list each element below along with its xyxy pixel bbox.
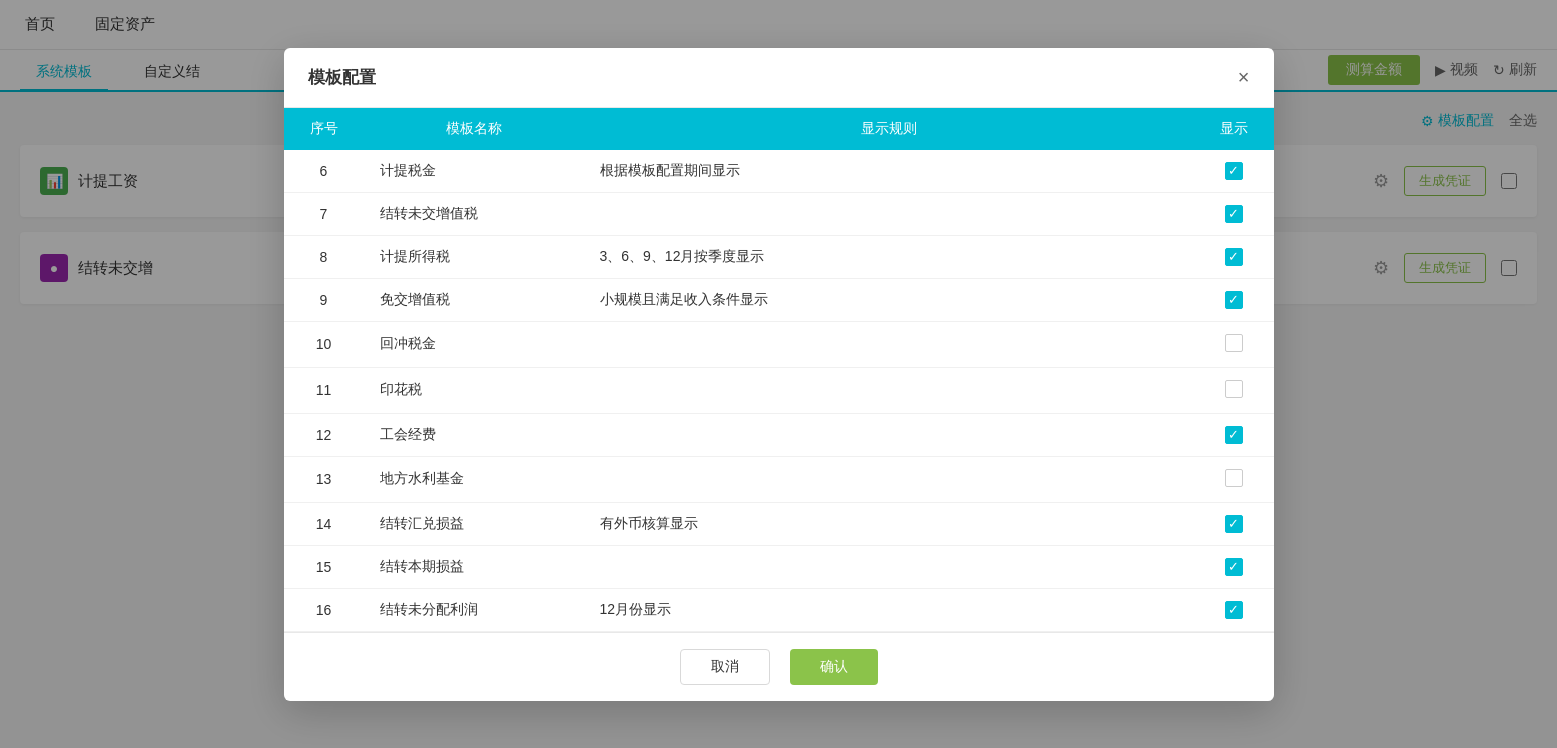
col-header-no: 序号 bbox=[284, 108, 364, 150]
cell-name: 计提所得税 bbox=[364, 235, 584, 278]
checkbox-row-0[interactable]: ✓ bbox=[1225, 162, 1243, 180]
table-row: 6计提税金根据模板配置期间显示 ✓ bbox=[284, 150, 1274, 193]
checkbox-row-9[interactable]: ✓ bbox=[1225, 558, 1243, 576]
cell-rule bbox=[584, 545, 1194, 588]
table-row: 8计提所得税3、6、9、12月按季度显示 ✓ bbox=[284, 235, 1274, 278]
table-header: 序号 模板名称 显示规则 显示 bbox=[284, 108, 1274, 150]
checkbox-row-1[interactable]: ✓ bbox=[1225, 205, 1243, 223]
table-row: 9免交增值税小规模且满足收入条件显示 ✓ bbox=[284, 278, 1274, 321]
cell-no: 15 bbox=[284, 545, 364, 588]
cell-checkbox[interactable] bbox=[1194, 367, 1274, 413]
cell-name: 免交增值税 bbox=[364, 278, 584, 321]
cancel-button[interactable]: 取消 bbox=[680, 649, 770, 685]
cell-name: 印花税 bbox=[364, 367, 584, 413]
cell-name: 回冲税金 bbox=[364, 321, 584, 367]
cell-checkbox[interactable] bbox=[1194, 456, 1274, 502]
cell-rule: 小规模且满足收入条件显示 bbox=[584, 278, 1194, 321]
table-row: 10回冲税金 bbox=[284, 321, 1274, 367]
cell-no: 8 bbox=[284, 235, 364, 278]
cell-name: 工会经费 bbox=[364, 413, 584, 456]
cell-name: 结转汇兑损益 bbox=[364, 502, 584, 545]
cell-no: 7 bbox=[284, 192, 364, 235]
modal-close-button[interactable]: × bbox=[1238, 67, 1250, 87]
checkbox-row-8[interactable]: ✓ bbox=[1225, 515, 1243, 533]
checkbox-row-4[interactable] bbox=[1225, 334, 1243, 352]
cell-no: 12 bbox=[284, 413, 364, 456]
checkbox-row-7[interactable] bbox=[1225, 469, 1243, 487]
cell-checkbox[interactable]: ✓ bbox=[1194, 278, 1274, 321]
cell-rule: 3、6、9、12月按季度显示 bbox=[584, 235, 1194, 278]
checkbox-row-3[interactable]: ✓ bbox=[1225, 291, 1243, 309]
cell-rule bbox=[584, 413, 1194, 456]
cell-checkbox[interactable]: ✓ bbox=[1194, 235, 1274, 278]
table-row: 11印花税 bbox=[284, 367, 1274, 413]
confirm-button[interactable]: 确认 bbox=[790, 649, 878, 685]
table-row: 14结转汇兑损益有外币核算显示 ✓ bbox=[284, 502, 1274, 545]
cell-rule: 12月份显示 bbox=[584, 588, 1194, 631]
cell-rule: 根据模板配置期间显示 bbox=[584, 150, 1194, 193]
cell-checkbox[interactable]: ✓ bbox=[1194, 588, 1274, 631]
template-table: 序号 模板名称 显示规则 显示 6计提税金根据模板配置期间显示✓7结转未交增值税… bbox=[284, 108, 1274, 632]
modal-overlay: 模板配置 × 序号 模板名称 显示规则 显示 6计提税金根据模板配置期间显示✓7… bbox=[0, 0, 1557, 748]
modal-body: 序号 模板名称 显示规则 显示 6计提税金根据模板配置期间显示✓7结转未交增值税… bbox=[284, 108, 1274, 632]
cell-no: 16 bbox=[284, 588, 364, 631]
checkbox-row-5[interactable] bbox=[1225, 380, 1243, 398]
cell-no: 10 bbox=[284, 321, 364, 367]
cell-name: 地方水利基金 bbox=[364, 456, 584, 502]
cell-name: 结转本期损益 bbox=[364, 545, 584, 588]
cell-no: 9 bbox=[284, 278, 364, 321]
cell-rule bbox=[584, 321, 1194, 367]
cell-checkbox[interactable]: ✓ bbox=[1194, 150, 1274, 193]
cell-checkbox[interactable]: ✓ bbox=[1194, 502, 1274, 545]
cell-rule: 有外币核算显示 bbox=[584, 502, 1194, 545]
cell-no: 14 bbox=[284, 502, 364, 545]
modal-header: 模板配置 × bbox=[284, 48, 1274, 108]
checkbox-row-10[interactable]: ✓ bbox=[1225, 601, 1243, 619]
table-body: 6计提税金根据模板配置期间显示✓7结转未交增值税✓8计提所得税3、6、9、12月… bbox=[284, 150, 1274, 632]
cell-no: 6 bbox=[284, 150, 364, 193]
cell-rule bbox=[584, 192, 1194, 235]
cell-checkbox[interactable] bbox=[1194, 321, 1274, 367]
table-row: 16结转未分配利润12月份显示 ✓ bbox=[284, 588, 1274, 631]
col-header-name: 模板名称 bbox=[364, 108, 584, 150]
cell-no: 13 bbox=[284, 456, 364, 502]
cell-name: 结转未分配利润 bbox=[364, 588, 584, 631]
table-row: 7结转未交增值税 ✓ bbox=[284, 192, 1274, 235]
table-row: 12工会经费 ✓ bbox=[284, 413, 1274, 456]
cell-rule bbox=[584, 456, 1194, 502]
cell-name: 结转未交增值税 bbox=[364, 192, 584, 235]
checkbox-row-2[interactable]: ✓ bbox=[1225, 248, 1243, 266]
cell-checkbox[interactable]: ✓ bbox=[1194, 192, 1274, 235]
col-header-rule: 显示规则 bbox=[584, 108, 1194, 150]
table-row: 13地方水利基金 bbox=[284, 456, 1274, 502]
cell-rule bbox=[584, 367, 1194, 413]
cell-no: 11 bbox=[284, 367, 364, 413]
cell-checkbox[interactable]: ✓ bbox=[1194, 545, 1274, 588]
checkbox-row-6[interactable]: ✓ bbox=[1225, 426, 1243, 444]
cell-checkbox[interactable]: ✓ bbox=[1194, 413, 1274, 456]
cell-name: 计提税金 bbox=[364, 150, 584, 193]
table-row: 15结转本期损益 ✓ bbox=[284, 545, 1274, 588]
modal-footer: 取消 确认 bbox=[284, 632, 1274, 701]
col-header-display: 显示 bbox=[1194, 108, 1274, 150]
modal-title: 模板配置 bbox=[308, 66, 376, 89]
modal-template-config: 模板配置 × 序号 模板名称 显示规则 显示 6计提税金根据模板配置期间显示✓7… bbox=[284, 48, 1274, 701]
